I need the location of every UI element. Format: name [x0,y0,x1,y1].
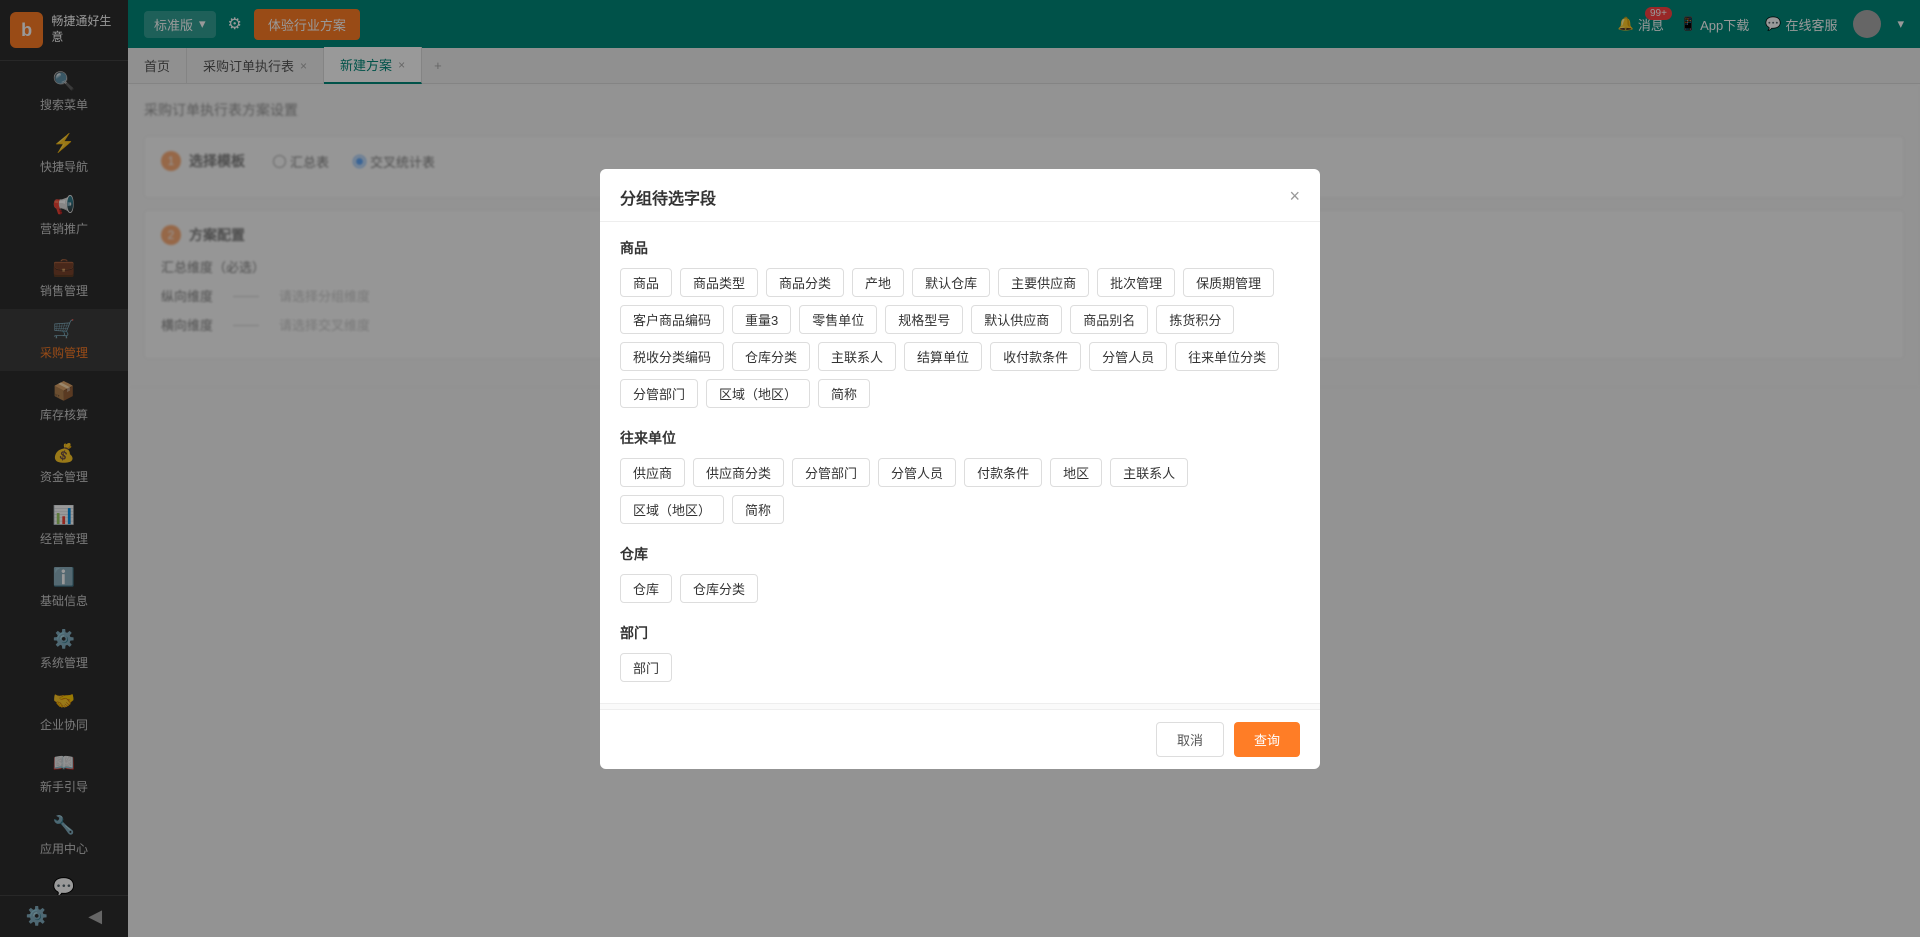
field-tag-warehouse-category[interactable]: 仓库分类 [732,342,810,371]
field-tag-default-supplier[interactable]: 默认供应商 [971,305,1062,334]
field-tag-shelf-life[interactable]: 保质期管理 [1183,268,1274,297]
field-tag-supervisor-person2[interactable]: 分管人员 [878,458,956,487]
field-tag-batch-mgmt[interactable]: 批次管理 [1097,268,1175,297]
field-tag-region2[interactable]: 区域（地区） [620,495,724,524]
modal-title: 分组待选字段 [620,185,716,209]
field-tag-payment-conditions[interactable]: 付款条件 [964,458,1042,487]
modal-body[interactable]: 商品 商品 商品类型 商品分类 产地 默认仓库 主要供应商 批次管理 保质期管理 [600,222,1320,703]
dept-section-title: 部门 [620,623,1300,643]
field-tag-warehouse[interactable]: 仓库 [620,574,672,603]
field-tag-supervisor-person[interactable]: 分管人员 [1089,342,1167,371]
warehouse-field-section: 仓库 仓库 仓库分类 [620,544,1300,603]
field-tag-region[interactable]: 区域（地区） [706,379,810,408]
field-tag-short-name[interactable]: 简称 [818,379,870,408]
field-tag-product-type[interactable]: 商品类型 [680,268,758,297]
field-tag-warehouse-cat[interactable]: 仓库分类 [680,574,758,603]
product-field-section: 商品 商品 商品类型 商品分类 产地 默认仓库 主要供应商 批次管理 保质期管理 [620,238,1300,408]
warehouse-field-tags: 仓库 仓库分类 [620,574,1300,603]
field-tag-product-alias[interactable]: 商品别名 [1070,305,1148,334]
modal-footer: 取消 查询 [600,709,1320,769]
confirm-button[interactable]: 查询 [1234,722,1300,757]
field-tag-main-contact[interactable]: 主联系人 [818,342,896,371]
field-tag-customer-code[interactable]: 客户商品编码 [620,305,724,334]
main-area: 标准版 ▾ ⚙ 体验行业方案 🔔 消息 99+ 📱 App下载 💬 [128,0,1920,937]
field-tag-product[interactable]: 商品 [620,268,672,297]
product-section-title: 商品 [620,238,1300,258]
field-tag-supplier[interactable]: 供应商 [620,458,685,487]
field-tag-dept[interactable]: 分管部门 [620,379,698,408]
field-tag-default-warehouse[interactable]: 默认仓库 [912,268,990,297]
warehouse-section-title: 仓库 [620,544,1300,564]
field-tag-origin[interactable]: 产地 [852,268,904,297]
field-tag-tax-code[interactable]: 税收分类编码 [620,342,724,371]
field-tag-supplier-category[interactable]: 供应商分类 [693,458,784,487]
dept-field-section: 部门 部门 [620,623,1300,682]
field-select-modal: 分组待选字段 × 商品 商品 商品类型 商品分类 产地 默 [600,169,1320,769]
modal-close-button[interactable]: × [1289,186,1300,207]
field-tag-supervisor-dept[interactable]: 分管部门 [792,458,870,487]
field-tag-department[interactable]: 部门 [620,653,672,682]
field-tag-payment-terms[interactable]: 收付款条件 [990,342,1081,371]
counterpart-section-title: 往来单位 [620,428,1300,448]
modal-header: 分组待选字段 × [600,169,1320,222]
field-tag-main-contact2[interactable]: 主联系人 [1110,458,1188,487]
field-tag-settlement-unit[interactable]: 结算单位 [904,342,982,371]
field-tag-counterpart-category[interactable]: 往来单位分类 [1175,342,1279,371]
field-tag-weight3[interactable]: 重量3 [732,305,791,334]
field-tag-pick-points[interactable]: 拣货积分 [1156,305,1234,334]
counterpart-field-section: 往来单位 供应商 供应商分类 分管部门 分管人员 付款条件 地区 主联系人 区域… [620,428,1300,524]
dept-field-tags: 部门 [620,653,1300,682]
field-tag-main-supplier[interactable]: 主要供应商 [998,268,1089,297]
product-field-tags: 商品 商品类型 商品分类 产地 默认仓库 主要供应商 批次管理 保质期管理 客户… [620,268,1300,408]
field-tag-area[interactable]: 地区 [1050,458,1102,487]
cancel-button[interactable]: 取消 [1156,722,1224,757]
field-tag-spec-model[interactable]: 规格型号 [885,305,963,334]
field-tag-retail-unit[interactable]: 零售单位 [799,305,877,334]
field-tag-product-category[interactable]: 商品分类 [766,268,844,297]
modal-overlay: 分组待选字段 × 商品 商品 商品类型 商品分类 产地 默 [128,84,1920,937]
field-tag-short-name2[interactable]: 简称 [732,495,784,524]
counterpart-field-tags: 供应商 供应商分类 分管部门 分管人员 付款条件 地区 主联系人 区域（地区） … [620,458,1300,524]
